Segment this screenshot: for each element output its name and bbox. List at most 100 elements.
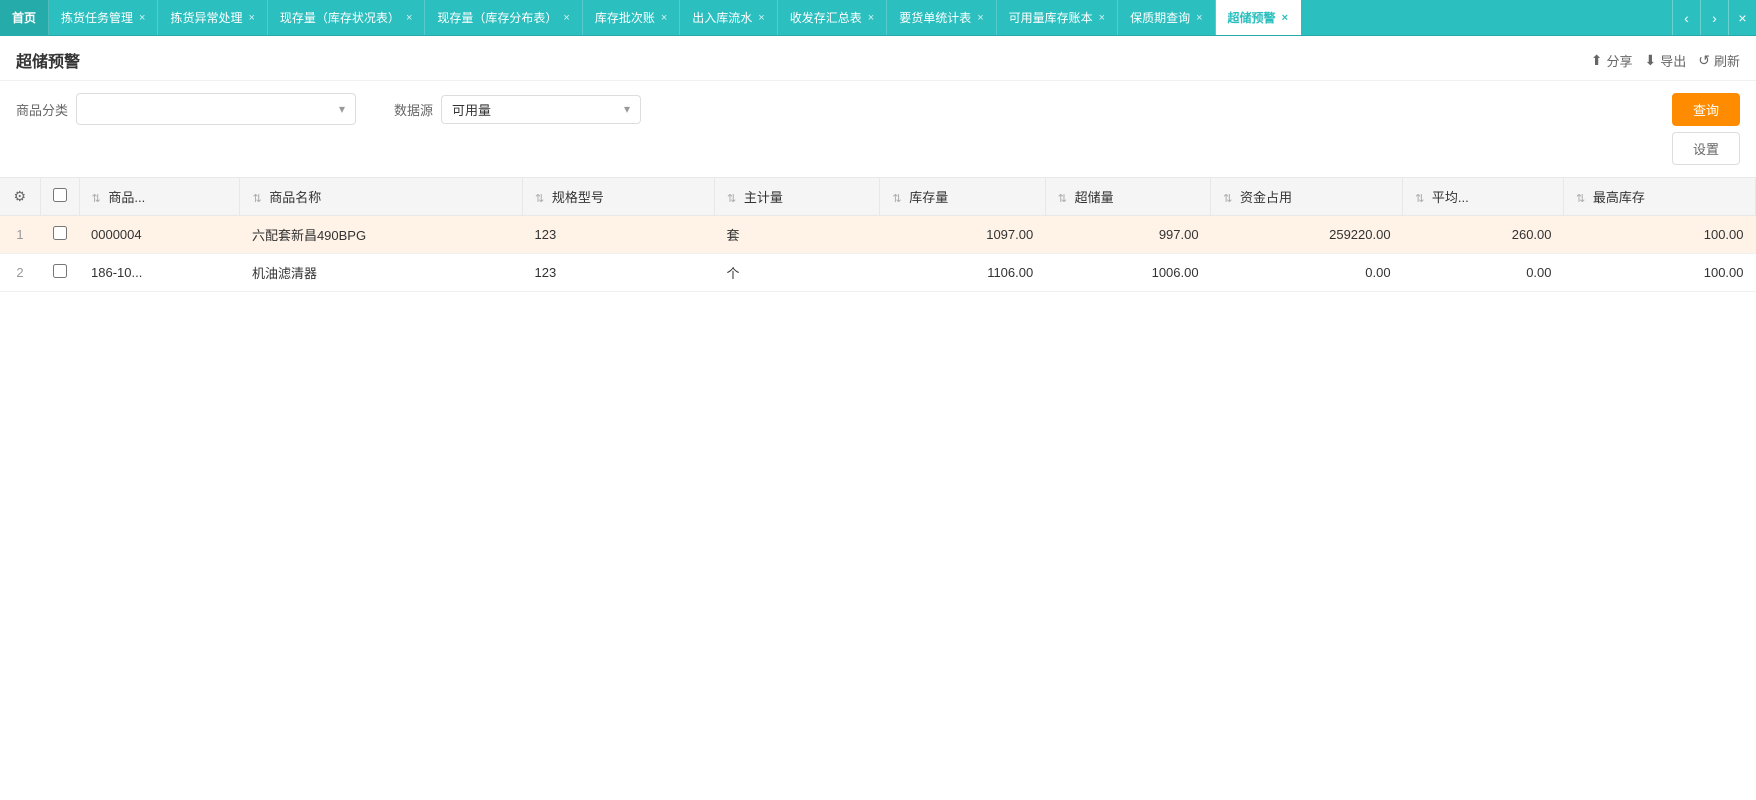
table-row: 1 0000004 六配套新昌490BPG 123 套 1097.00 997.… (0, 216, 1756, 254)
query-button[interactable]: 查询 (1672, 93, 1740, 126)
nav-inventory-dist[interactable]: 现存量（库存分布表） × (425, 0, 582, 36)
row-1-avg: 260.00 (1403, 216, 1564, 254)
row-1-code: 0000004 (79, 216, 240, 254)
top-navigation: 首页 拣货任务管理 × 拣货异常处理 × 现存量（库存状况表） × 现存量（库存… (0, 0, 1756, 36)
page-content: 超储预警 ⬆ 分享 ⬇ 导出 ↺ 刷新 商品分类 ▾ (0, 36, 1756, 800)
th-gear[interactable]: ⚙ (0, 178, 40, 216)
th-code[interactable]: ⇅ 商品... (79, 178, 240, 216)
sort-spec-icon: ⇅ (535, 193, 544, 205)
th-name[interactable]: ⇅ 商品名称 (240, 178, 523, 216)
nav-next-btn[interactable]: › (1700, 0, 1728, 36)
th-avg[interactable]: ⇅ 平均... (1403, 178, 1564, 216)
page-header: 超储预警 ⬆ 分享 ⬇ 导出 ↺ 刷新 (0, 36, 1756, 81)
row-1-stock: 1097.00 (880, 216, 1045, 254)
row-2-stock: 1106.00 (880, 254, 1045, 292)
table-header-row: ⚙ ⇅ 商品... ⇅ 商品名称 ⇅ 规格型号 (0, 178, 1756, 216)
row-1-checkbox-cell (40, 216, 79, 254)
close-order-stat[interactable]: × (977, 12, 983, 24)
th-overstock[interactable]: ⇅ 超储量 (1045, 178, 1210, 216)
page-title: 超储预警 (16, 48, 80, 72)
close-overstock-warn[interactable]: × (1282, 12, 1288, 24)
share-icon: ⬆ (1591, 52, 1603, 69)
sort-stock-icon: ⇅ (892, 193, 901, 205)
category-label: 商品分类 (16, 100, 68, 119)
sort-capital-icon: ⇅ (1223, 193, 1232, 205)
close-inventory-dist[interactable]: × (563, 12, 569, 24)
close-pick-abnormal[interactable]: × (248, 12, 254, 24)
row-2-unit: 个 (714, 254, 879, 292)
th-capital[interactable]: ⇅ 资金占用 (1211, 178, 1403, 216)
row-2-spec: 123 (523, 254, 715, 292)
category-filter-group: 商品分类 ▾ 数据源 可用量 ▾ (16, 93, 1632, 125)
row-2-checkbox-cell (40, 254, 79, 292)
sort-max-stock-icon: ⇅ (1576, 193, 1585, 205)
refresh-icon: ↺ (1698, 52, 1710, 69)
nav-overstock-warn[interactable]: 超储预警 × (1216, 0, 1301, 36)
table-row: 2 186-10... 机油滤清器 123 个 1106.00 1006.00 … (0, 254, 1756, 292)
close-expiry[interactable]: × (1196, 12, 1202, 24)
sort-unit-icon: ⇅ (727, 193, 736, 205)
nav-inventory-batch[interactable]: 库存批次账 × (583, 0, 680, 36)
row-1-max-stock: 100.00 (1564, 216, 1756, 254)
row-2-capital: 0.00 (1211, 254, 1403, 292)
nav-pick-task[interactable]: 拣货任务管理 × (49, 0, 158, 36)
row-1-name: 六配套新昌490BPG (240, 216, 523, 254)
nav-prev-btn[interactable]: ‹ (1672, 0, 1700, 36)
row-2-checkbox[interactable] (53, 264, 67, 278)
close-available-book[interactable]: × (1099, 12, 1105, 24)
header-actions: ⬆ 分享 ⬇ 导出 ↺ 刷新 (1591, 51, 1740, 70)
nav-inventory-status[interactable]: 现存量（库存状况表） × (268, 0, 425, 36)
close-flow[interactable]: × (758, 12, 764, 24)
close-inventory-batch[interactable]: × (661, 12, 667, 24)
data-table: ⚙ ⇅ 商品... ⇅ 商品名称 ⇅ 规格型号 (0, 177, 1756, 292)
th-stock[interactable]: ⇅ 库存量 (880, 178, 1045, 216)
row-1-spec: 123 (523, 216, 715, 254)
nav-close-btn[interactable]: × (1728, 0, 1756, 36)
row-2-avg: 0.00 (1403, 254, 1564, 292)
close-pick-task[interactable]: × (139, 12, 145, 24)
th-checkbox (40, 178, 79, 216)
datasource-filter-group: 数据源 可用量 ▾ (394, 95, 641, 124)
sort-code-icon: ⇅ (92, 193, 101, 205)
category-chevron-icon: ▾ (339, 102, 345, 116)
th-max-stock[interactable]: ⇅ 最高库存 (1564, 178, 1756, 216)
nav-pick-abnormal[interactable]: 拣货异常处理 × (158, 0, 267, 36)
refresh-button[interactable]: ↺ 刷新 (1698, 51, 1740, 70)
category-select[interactable]: ▾ (76, 93, 356, 125)
select-all-checkbox[interactable] (53, 188, 67, 202)
nav-arrows: ‹ › × (1672, 0, 1756, 36)
datasource-chevron-icon: ▾ (624, 102, 630, 116)
nav-order-stat[interactable]: 要货单统计表 × (887, 0, 996, 36)
close-inventory-status[interactable]: × (406, 12, 412, 24)
nav-available-book[interactable]: 可用量库存账本 × (997, 0, 1118, 36)
datasource-value-text: 可用量 (452, 100, 491, 119)
nav-expiry[interactable]: 保质期查询 × (1118, 0, 1215, 36)
column-settings-icon[interactable]: ⚙ (13, 188, 26, 204)
row-1-capital: 259220.00 (1211, 216, 1403, 254)
export-icon: ⬇ (1645, 52, 1657, 69)
row-1-num: 1 (0, 216, 40, 254)
row-2-code: 186-10... (79, 254, 240, 292)
nav-flow[interactable]: 出入库流水 × (680, 0, 777, 36)
export-button[interactable]: ⬇ 导出 (1645, 51, 1687, 70)
row-1-overstock: 997.00 (1045, 216, 1210, 254)
row-2-max-stock: 100.00 (1564, 254, 1756, 292)
data-table-wrapper: ⚙ ⇅ 商品... ⇅ 商品名称 ⇅ 规格型号 (0, 177, 1756, 292)
datasource-label: 数据源 (394, 100, 433, 119)
nav-summary[interactable]: 收发存汇总表 × (778, 0, 887, 36)
row-2-num: 2 (0, 254, 40, 292)
close-summary[interactable]: × (868, 12, 874, 24)
th-unit[interactable]: ⇅ 主计量 (714, 178, 879, 216)
row-1-unit: 套 (714, 216, 879, 254)
row-2-name: 机油滤清器 (240, 254, 523, 292)
nav-home[interactable]: 首页 (0, 0, 49, 36)
th-spec[interactable]: ⇅ 规格型号 (523, 178, 715, 216)
sort-name-icon: ⇅ (252, 193, 261, 205)
sort-overstock-icon: ⇅ (1058, 193, 1067, 205)
row-2-overstock: 1006.00 (1045, 254, 1210, 292)
share-button[interactable]: ⬆ 分享 (1591, 51, 1633, 70)
sort-avg-icon: ⇅ (1415, 193, 1424, 205)
row-1-checkbox[interactable] (53, 226, 67, 240)
settings-button[interactable]: 设置 (1672, 132, 1740, 165)
datasource-select[interactable]: 可用量 ▾ (441, 95, 641, 124)
